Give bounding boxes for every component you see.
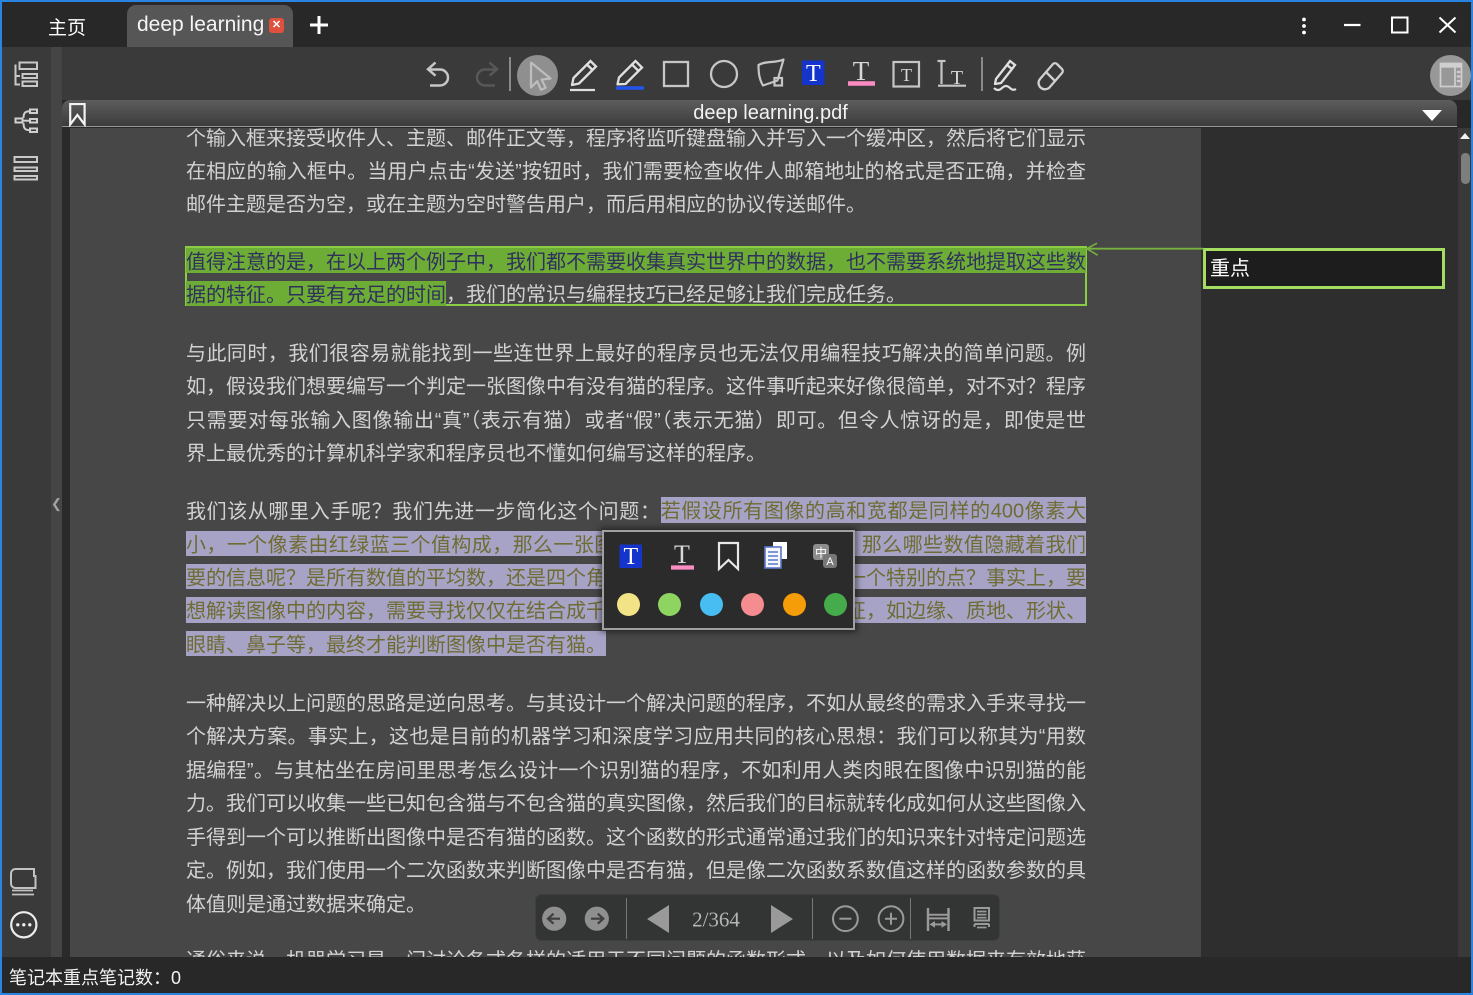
svg-text:A: A xyxy=(826,556,834,568)
svg-text:2/364: 2/364 xyxy=(692,908,740,932)
svg-text:T: T xyxy=(623,544,638,570)
svg-text:T: T xyxy=(901,65,912,85)
svg-text:T: T xyxy=(951,67,963,89)
svg-text:T: T xyxy=(806,61,821,87)
svg-text:T: T xyxy=(674,540,690,569)
